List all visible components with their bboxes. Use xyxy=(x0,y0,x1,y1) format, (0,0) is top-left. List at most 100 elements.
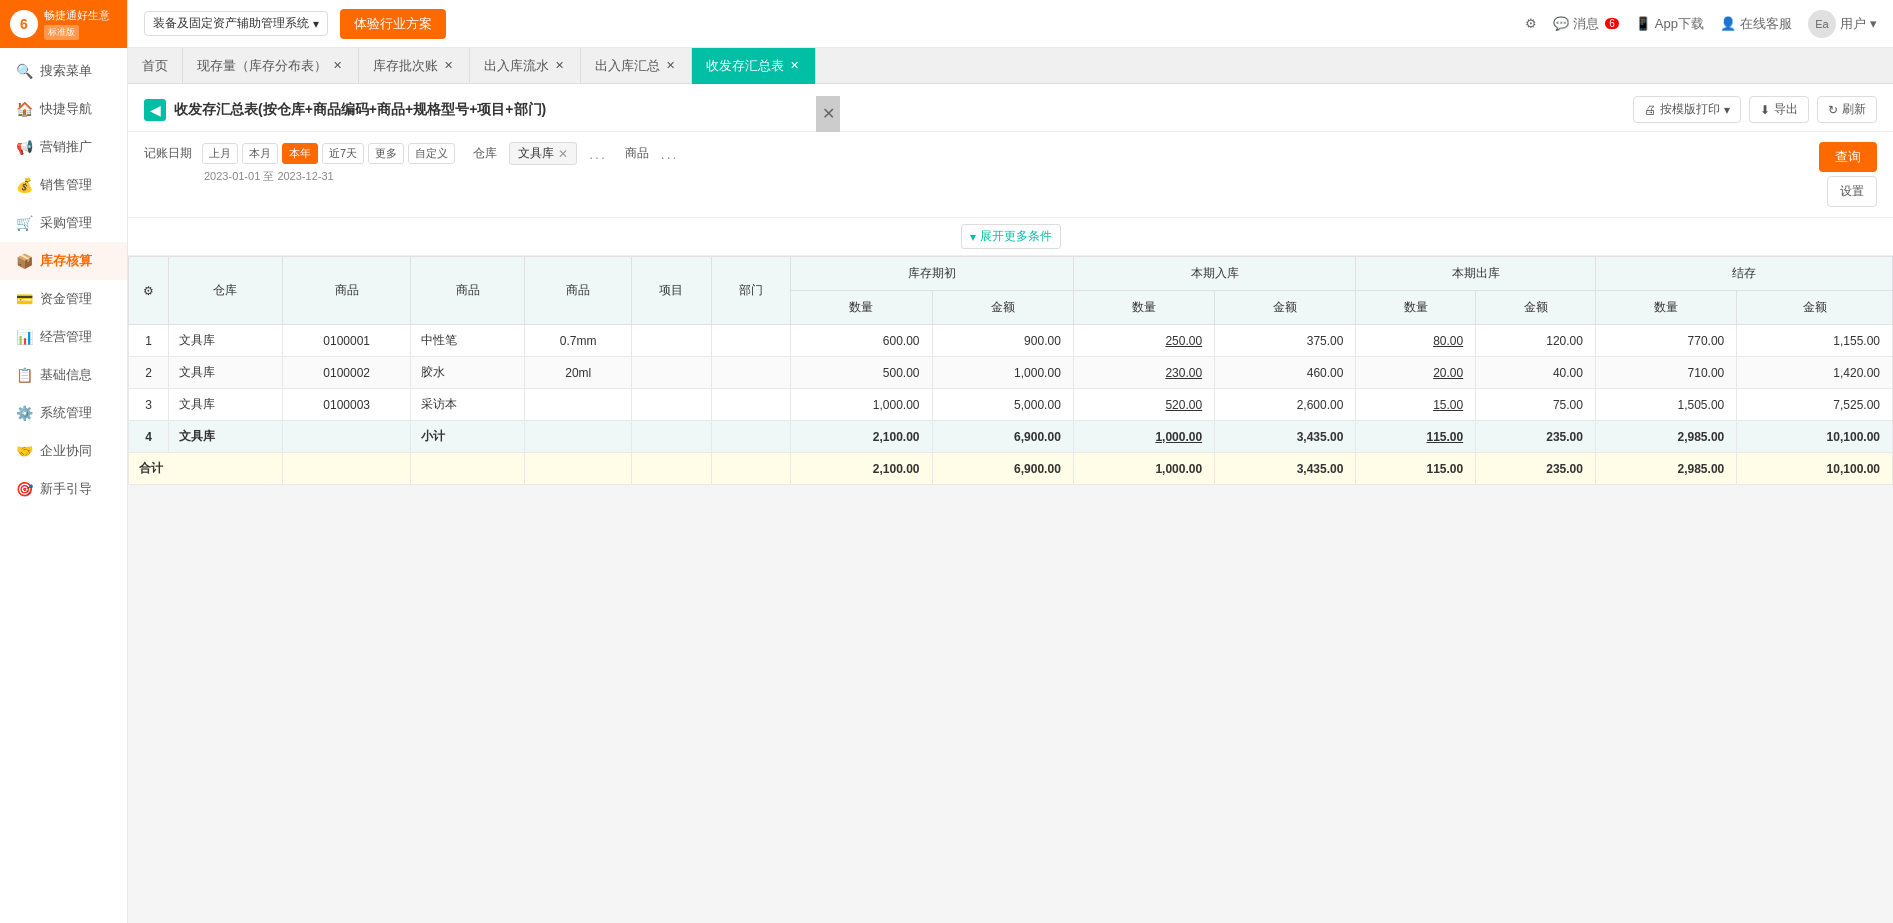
tabs-close-all[interactable]: ✕ xyxy=(816,96,840,132)
total-bal-amt: 10,100.00 xyxy=(1737,453,1893,485)
filter-bar: 记账日期 上月 本月 本年 近7天 更多 自定义 仓库 文具库 ✕ xyxy=(128,132,1893,218)
th-out-stock: 本期出库 xyxy=(1356,257,1596,291)
sidebar-item-purchase[interactable]: 🛒采购管理 xyxy=(0,204,127,242)
gear-icon[interactable]: ⚙ xyxy=(1525,16,1537,31)
tab-batch[interactable]: 库存批次账 ✕ xyxy=(359,48,470,84)
collapse-btn[interactable]: ◀ xyxy=(144,99,166,121)
tab-inventory-dist-close[interactable]: ✕ xyxy=(331,59,344,72)
sidebar-item-finance[interactable]: 💳资金管理 xyxy=(0,280,127,318)
sub-empty3 xyxy=(632,421,712,453)
sidebar-item-enterprise[interactable]: 🤝企业协同 xyxy=(0,432,127,470)
service-icon: 👤 xyxy=(1720,16,1736,31)
th-bal-amt: 金额 xyxy=(1737,291,1893,325)
tab-inout-flow-close[interactable]: ✕ xyxy=(553,59,566,72)
table-container: ⚙ 仓库 商品 商品 商品 项目 部门 库存期初 本期入库 本期出库 结存 xyxy=(128,256,1893,485)
sidebar-item-operations[interactable]: 📊经营管理 xyxy=(0,318,127,356)
warehouse-filter-tag[interactable]: 文具库 ✕ xyxy=(509,142,577,165)
btn-this-year[interactable]: 本年 xyxy=(282,143,318,164)
sidebar-item-quick-nav[interactable]: 🏠快捷导航 xyxy=(0,90,127,128)
btn-custom-date[interactable]: 自定义 xyxy=(408,143,455,164)
filter-action-panel: 查询 设置 xyxy=(1819,142,1877,207)
sidebar-item-label-basic-info: 基础信息 xyxy=(40,366,92,384)
goods-dots[interactable]: ... xyxy=(661,146,679,162)
guide-icon: 🎯 xyxy=(16,481,32,497)
cell-spec xyxy=(525,389,632,421)
th-init-amt: 金额 xyxy=(932,291,1073,325)
tab-inventory-dist[interactable]: 现存量（库存分布表） ✕ xyxy=(183,48,359,84)
sidebar-item-label-marketing: 营销推广 xyxy=(40,138,92,156)
settings-button[interactable]: 设置 xyxy=(1827,176,1877,207)
online-service-item[interactable]: 👤 在线客服 xyxy=(1720,15,1792,33)
sub-out-qty[interactable]: 115.00 xyxy=(1356,421,1476,453)
user-item[interactable]: Ea 用户 ▾ xyxy=(1808,10,1877,38)
sidebar-item-marketing[interactable]: 📢营销推广 xyxy=(0,128,127,166)
operations-icon: 📊 xyxy=(16,329,32,345)
total-label: 合计 xyxy=(129,453,283,485)
sidebar-item-system[interactable]: ⚙️系统管理 xyxy=(0,394,127,432)
export-button[interactable]: ⬇ 导出 xyxy=(1749,96,1809,123)
tab-inout-summary-close[interactable]: ✕ xyxy=(664,59,677,72)
try-button[interactable]: 体验行业方案 xyxy=(340,9,446,39)
sidebar-item-sales[interactable]: 💰销售管理 xyxy=(0,166,127,204)
th-settings[interactable]: ⚙ xyxy=(129,257,169,325)
tab-recv-send-close[interactable]: ✕ xyxy=(788,59,801,72)
warehouse-dots[interactable]: ... xyxy=(589,146,607,162)
cell-out-qty[interactable]: 15.00 xyxy=(1356,389,1476,421)
query-button[interactable]: 查询 xyxy=(1819,142,1877,172)
app-download-item[interactable]: 📱 App下载 xyxy=(1635,15,1704,33)
page-title: 收发存汇总表(按仓库+商品编码+商品+规格型号+项目+部门) xyxy=(174,101,546,119)
tab-inout-flow[interactable]: 出入库流水 ✕ xyxy=(470,48,581,84)
sidebar-item-basic-info[interactable]: 📋基础信息 xyxy=(0,356,127,394)
print-button[interactable]: 🖨 按模版打印 ▾ xyxy=(1633,96,1741,123)
sub-name: 小计 xyxy=(411,421,525,453)
btn-more-date[interactable]: 更多 xyxy=(368,143,404,164)
total-bal-qty: 2,985.00 xyxy=(1595,453,1736,485)
sidebar-item-guide[interactable]: 🎯新手引导 xyxy=(0,470,127,508)
date-range-display: 2023-01-01 至 2023-12-31 xyxy=(204,170,334,182)
topbar: 装备及固定资产辅助管理系统 ▾ 体验行业方案 ⚙ 💬 消息 6 📱 App下载 … xyxy=(128,0,1893,48)
sidebar-item-search[interactable]: 🔍搜索菜单 xyxy=(0,52,127,90)
refresh-button[interactable]: ↻ 刷新 xyxy=(1817,96,1877,123)
sub-in-qty[interactable]: 1,000.00 xyxy=(1073,421,1214,453)
page-content: ◀ 收发存汇总表(按仓库+商品编码+商品+规格型号+项目+部门) 🖨 按模版打印… xyxy=(128,84,1893,485)
print-icon: 🖨 xyxy=(1644,103,1656,117)
filter-main: 记账日期 上月 本月 本年 近7天 更多 自定义 仓库 文具库 ✕ xyxy=(144,142,1807,184)
th-balance: 结存 xyxy=(1595,257,1892,291)
table-row: 1 文具库 0100001 中性笔 0.7mm 600.00 900.00 25… xyxy=(129,325,1893,357)
sub-seq: 4 xyxy=(129,421,169,453)
btn-this-month[interactable]: 本月 xyxy=(242,143,278,164)
th-in-amt: 金额 xyxy=(1215,291,1356,325)
warehouse-tag-close[interactable]: ✕ xyxy=(558,147,568,161)
cell-in-qty[interactable]: 250.00 xyxy=(1073,325,1214,357)
topbar-left: 装备及固定资产辅助管理系统 ▾ 体验行业方案 xyxy=(144,9,446,39)
cell-out-amt: 40.00 xyxy=(1476,357,1596,389)
cell-out-qty[interactable]: 20.00 xyxy=(1356,357,1476,389)
topbar-right: ⚙ 💬 消息 6 📱 App下载 👤 在线客服 Ea 用户 ▾ xyxy=(1525,10,1877,38)
sub-empty1 xyxy=(282,421,410,453)
cell-out-qty[interactable]: 80.00 xyxy=(1356,325,1476,357)
cell-project xyxy=(632,325,712,357)
tab-home[interactable]: 首页 xyxy=(128,48,183,84)
sub-in-amt: 3,435.00 xyxy=(1215,421,1356,453)
cell-warehouse: 文具库 xyxy=(169,325,283,357)
btn-7days[interactable]: 近7天 xyxy=(322,143,364,164)
tab-batch-close[interactable]: ✕ xyxy=(442,59,455,72)
sidebar-item-inventory[interactable]: 📦库存核算 xyxy=(0,242,127,280)
th-bal-qty: 数量 xyxy=(1595,291,1736,325)
message-item[interactable]: 💬 消息 6 xyxy=(1553,15,1619,33)
sidebar-item-label-quick-nav: 快捷导航 xyxy=(40,100,92,118)
cell-in-qty[interactable]: 230.00 xyxy=(1073,357,1214,389)
cell-in-qty[interactable]: 520.00 xyxy=(1073,389,1214,421)
warehouse-label: 仓库 xyxy=(473,145,497,162)
sidebar-item-label-search: 搜索菜单 xyxy=(40,62,92,80)
system-selector[interactable]: 装备及固定资产辅助管理系统 ▾ xyxy=(144,11,328,36)
tab-recv-send[interactable]: 收发存汇总表 ✕ xyxy=(692,48,816,84)
cell-warehouse: 文具库 xyxy=(169,389,283,421)
tab-inout-summary-label: 出入库汇总 xyxy=(595,57,660,75)
btn-last-month[interactable]: 上月 xyxy=(202,143,238,164)
cell-init-qty: 600.00 xyxy=(791,325,932,357)
tab-inout-summary[interactable]: 出入库汇总 ✕ xyxy=(581,48,692,84)
expand-conditions-btn[interactable]: ▾ 展开更多条件 xyxy=(961,224,1061,249)
page-header-actions: 🖨 按模版打印 ▾ ⬇ 导出 ↻ 刷新 xyxy=(1633,96,1877,123)
main-table: ⚙ 仓库 商品 商品 商品 项目 部门 库存期初 本期入库 本期出库 结存 xyxy=(128,256,1893,485)
